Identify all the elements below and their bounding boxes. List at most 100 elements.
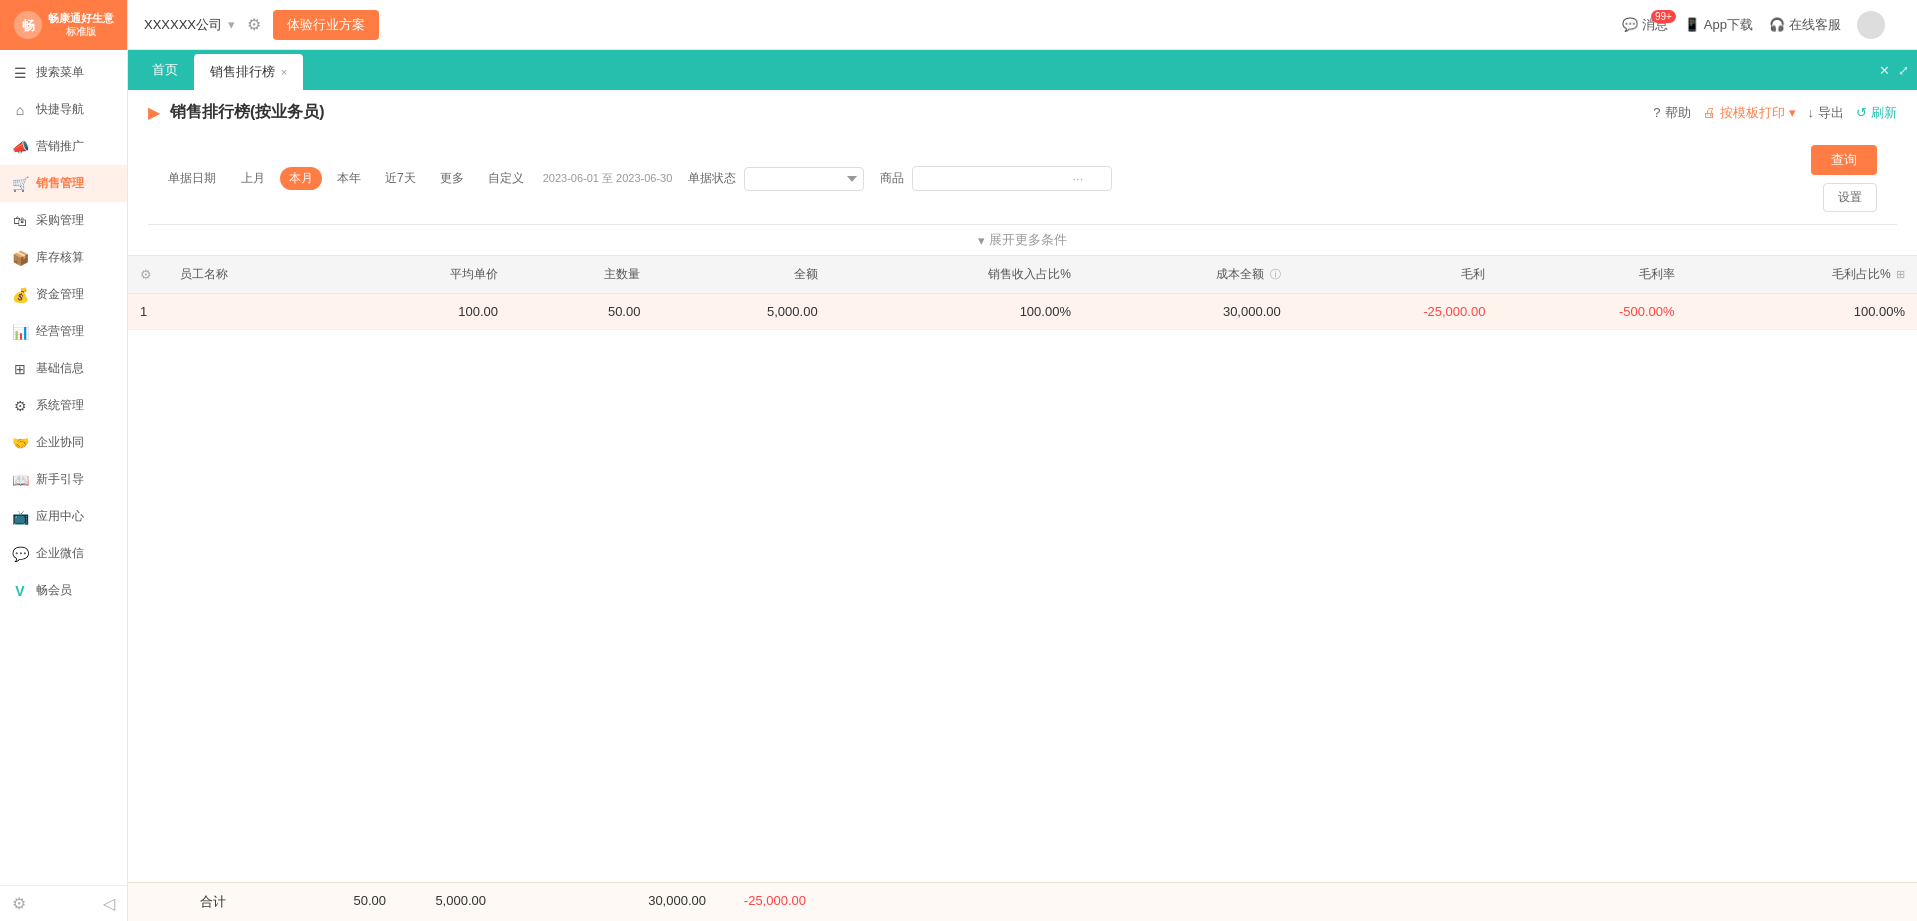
topbar-right: 💬 消息 99+ 📱 App下载 🎧 在线客服 — [1622, 11, 1901, 39]
sidebar-settings-icon[interactable]: ⚙ — [12, 894, 26, 913]
chevron-down-icon: ▾ — [228, 17, 235, 32]
headset-icon: 🎧 — [1769, 17, 1785, 32]
sidebar-item-sales[interactable]: 🛒 销售管理 — [0, 165, 127, 202]
chevron-down-expand-icon: ▾ — [978, 233, 985, 248]
sidebar-item-label: 企业协同 — [36, 434, 84, 451]
main: XXXXXX公司 ▾ ⚙ 体验行业方案 💬 消息 99+ 📱 App下载 🎧 在… — [128, 0, 1917, 921]
help-btn[interactable]: ? 帮助 — [1653, 104, 1690, 122]
sidebar-item-label: 畅会员 — [36, 582, 72, 599]
trial-btn[interactable]: 体验行业方案 — [273, 10, 379, 40]
sidebar-item-label: 新手引导 — [36, 471, 84, 488]
expand-conditions-btn[interactable]: ▾ 展开更多条件 — [978, 231, 1067, 249]
footer-spacer2 — [498, 893, 618, 911]
data-table: ⚙ 员工名称 平均单价 主数量 全额 销售收入占比% 成本全额 ⓘ 毛利 毛利率 — [128, 256, 1917, 330]
sidebar-item-operations[interactable]: 📊 经营管理 — [0, 313, 127, 350]
restore-window-icon[interactable]: ⤢ — [1898, 63, 1909, 78]
sidebar: 畅 畅康通好生意 标准版 ☰ 搜索菜单 ⌂ 快捷导航 📣 营销推广 🛒 销售管理… — [0, 0, 128, 921]
data-table-wrap: ⚙ 员工名称 平均单价 主数量 全额 销售收入占比% 成本全额 ⓘ 毛利 毛利率 — [128, 256, 1917, 882]
apps-icon: 📺 — [12, 509, 28, 525]
sales-icon: 🛒 — [12, 176, 28, 192]
print-btn[interactable]: 🖨 按模板打印 ▾ — [1703, 104, 1796, 122]
logo-icon: 畅 — [14, 11, 42, 39]
tab-sales-ranking[interactable]: 销售排行榜 × — [194, 54, 303, 90]
purchase-icon: 🛍 — [12, 213, 28, 229]
sidebar-item-search[interactable]: ☰ 搜索菜单 — [0, 54, 127, 91]
app-label: App下载 — [1704, 16, 1753, 34]
sidebar-item-label: 快捷导航 — [36, 101, 84, 118]
th-gear[interactable]: ⚙ — [128, 256, 168, 294]
sidebar-item-apps[interactable]: 📺 应用中心 — [0, 498, 127, 535]
sidebar-item-basics[interactable]: ⊞ 基础信息 — [0, 350, 127, 387]
member-icon: V — [12, 583, 28, 599]
app-download-btn[interactable]: 📱 App下载 — [1684, 16, 1753, 34]
pill-this-year[interactable]: 本年 — [328, 167, 370, 190]
footer-main-qty: 50.00 — [318, 893, 398, 911]
sidebar-collapse-icon[interactable]: ◁ — [103, 894, 115, 913]
pill-more[interactable]: 更多 — [431, 167, 473, 190]
topbar-gear-icon[interactable]: ⚙ — [247, 15, 261, 34]
company-name: XXXXXX公司 — [144, 16, 222, 34]
message-icon: 💬 — [1622, 17, 1638, 32]
table-footer: 合计 50.00 5,000.00 30,000.00 -25,000.00 — [128, 882, 1917, 921]
service-label: 在线客服 — [1789, 16, 1841, 34]
content: ▶ 销售排行榜(按业务员) ? 帮助 🖨 按模板打印 ▾ ↓ 导 — [128, 90, 1917, 921]
pill-this-month[interactable]: 本月 — [280, 167, 322, 190]
td-main-qty: 50.00 — [510, 294, 652, 330]
cooperation-icon: 🤝 — [12, 435, 28, 451]
footer-total-label: 合计 — [188, 893, 238, 911]
sidebar-item-label: 搜索菜单 — [36, 64, 84, 81]
set-btn[interactable]: 设置 — [1823, 183, 1877, 212]
tab-home[interactable]: 首页 — [136, 50, 194, 90]
sidebar-item-wechat[interactable]: 💬 企业微信 — [0, 535, 127, 572]
message-badge: 99+ — [1651, 10, 1676, 23]
pill-7days[interactable]: 近7天 — [376, 167, 425, 190]
guide-icon: 📖 — [12, 472, 28, 488]
print-icon: 🖨 — [1703, 105, 1716, 120]
avatar[interactable] — [1857, 11, 1885, 39]
refresh-btn[interactable]: ↺ 刷新 — [1856, 104, 1897, 122]
search-menu-icon: ☰ — [12, 65, 28, 81]
sidebar-item-member[interactable]: V 畅会员 — [0, 572, 127, 609]
td-gross-rate: -500.00% — [1497, 294, 1686, 330]
pill-custom[interactable]: 自定义 — [479, 167, 533, 190]
td-cost: 30,000.00 — [1083, 294, 1293, 330]
service-btn[interactable]: 🎧 在线客服 — [1769, 16, 1841, 34]
sidebar-item-purchase[interactable]: 🛍 采购管理 — [0, 202, 127, 239]
tab-close-icon[interactable]: × — [281, 66, 287, 78]
query-btn[interactable]: 查询 — [1811, 145, 1877, 175]
close-window-icon[interactable]: ✕ — [1879, 63, 1890, 78]
gross-pct-help-icon[interactable]: ⊞ — [1896, 268, 1905, 280]
th-sales-pct: 销售收入占比% — [830, 256, 1083, 294]
th-gross-pct: 毛利占比% ⊞ — [1687, 256, 1917, 294]
status-select[interactable] — [744, 167, 864, 191]
sidebar-item-marketing[interactable]: 📣 营销推广 — [0, 128, 127, 165]
th-avg-price: 平均单价 — [339, 256, 510, 294]
inventory-icon: 📦 — [12, 250, 28, 266]
td-gross: -25,000.00 — [1293, 294, 1498, 330]
table-row: 1 100.00 50.00 5,000.00 100.00% 30,000.0… — [128, 294, 1917, 330]
sidebar-item-inventory[interactable]: 📦 库存核算 — [0, 239, 127, 276]
sidebar-item-shortcuts[interactable]: ⌂ 快捷导航 — [0, 91, 127, 128]
pill-last-month[interactable]: 上月 — [232, 167, 274, 190]
expand-row: ▾ 展开更多条件 — [148, 225, 1897, 255]
logo-text: 畅康通好生意 — [48, 11, 114, 25]
export-btn[interactable]: ↓ 导出 — [1808, 104, 1845, 122]
back-icon[interactable]: ▶ — [148, 103, 160, 122]
logo-sub: 标准版 — [48, 25, 114, 39]
sidebar-item-finance[interactable]: 💰 资金管理 — [0, 276, 127, 313]
goods-input[interactable]: ··· — [912, 166, 1112, 191]
finance-icon: 💰 — [12, 287, 28, 303]
sidebar-item-label: 系统管理 — [36, 397, 84, 414]
message-btn[interactable]: 💬 消息 99+ — [1622, 16, 1668, 34]
sidebar-bottom: ⚙ ◁ — [0, 885, 127, 921]
query-actions: 查询 设置 — [1811, 145, 1877, 212]
sidebar-item-system[interactable]: ⚙ 系统管理 — [0, 387, 127, 424]
table-settings-icon[interactable]: ⚙ — [140, 267, 152, 282]
company-selector[interactable]: XXXXXX公司 ▾ — [144, 16, 235, 34]
footer-label — [140, 893, 164, 911]
cost-help-icon[interactable]: ⓘ — [1270, 268, 1281, 280]
td-index: 1 — [128, 294, 168, 330]
sidebar-item-cooperation[interactable]: 🤝 企业协同 — [0, 424, 127, 461]
page-header: ▶ 销售排行榜(按业务员) ? 帮助 🖨 按模板打印 ▾ ↓ 导 — [128, 90, 1917, 256]
sidebar-item-guide[interactable]: 📖 新手引导 — [0, 461, 127, 498]
